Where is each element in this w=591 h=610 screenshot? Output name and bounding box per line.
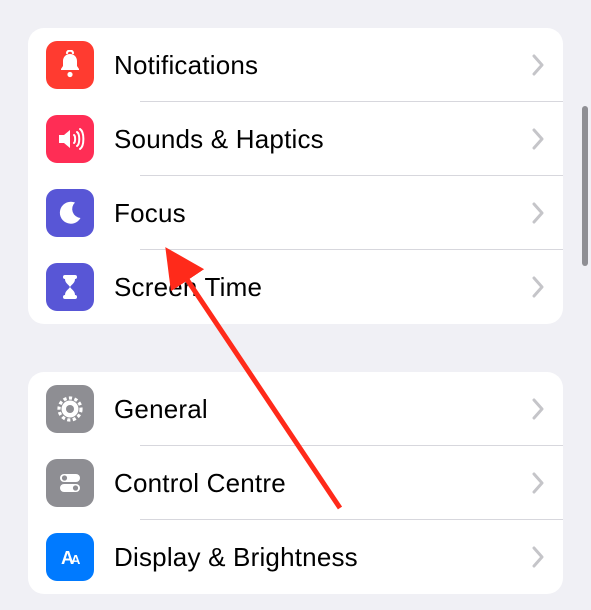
row-label: Focus bbox=[114, 198, 531, 229]
row-sounds[interactable]: Sounds & Haptics bbox=[28, 102, 563, 176]
row-notifications[interactable]: Notifications bbox=[28, 28, 563, 102]
row-display[interactable]: A A Display & Brightness bbox=[28, 520, 563, 594]
svg-text:A: A bbox=[71, 552, 81, 567]
chevron-right-icon bbox=[531, 546, 545, 568]
row-label: Display & Brightness bbox=[114, 542, 531, 573]
row-label: Control Centre bbox=[114, 468, 531, 499]
row-label: Notifications bbox=[114, 50, 531, 81]
settings-group-2: General Control Centre A A Display bbox=[28, 372, 563, 594]
chevron-right-icon bbox=[531, 128, 545, 150]
row-control-centre[interactable]: Control Centre bbox=[28, 446, 563, 520]
row-label: Screen Time bbox=[114, 272, 531, 303]
hourglass-icon bbox=[46, 263, 94, 311]
gear-icon bbox=[46, 385, 94, 433]
row-focus[interactable]: Focus bbox=[28, 176, 563, 250]
chevron-right-icon bbox=[531, 276, 545, 298]
speaker-icon bbox=[46, 115, 94, 163]
chevron-right-icon bbox=[531, 472, 545, 494]
bell-icon bbox=[46, 41, 94, 89]
row-screen-time[interactable]: Screen Time bbox=[28, 250, 563, 324]
chevron-right-icon bbox=[531, 202, 545, 224]
chevron-right-icon bbox=[531, 54, 545, 76]
moon-icon bbox=[46, 189, 94, 237]
toggles-icon bbox=[46, 459, 94, 507]
chevron-right-icon bbox=[531, 398, 545, 420]
text-size-icon: A A bbox=[46, 533, 94, 581]
row-label: General bbox=[114, 394, 531, 425]
row-general[interactable]: General bbox=[28, 372, 563, 446]
row-label: Sounds & Haptics bbox=[114, 124, 531, 155]
scrollbar[interactable] bbox=[582, 106, 588, 266]
settings-group-1: Notifications Sounds & Haptics Focus bbox=[28, 28, 563, 324]
